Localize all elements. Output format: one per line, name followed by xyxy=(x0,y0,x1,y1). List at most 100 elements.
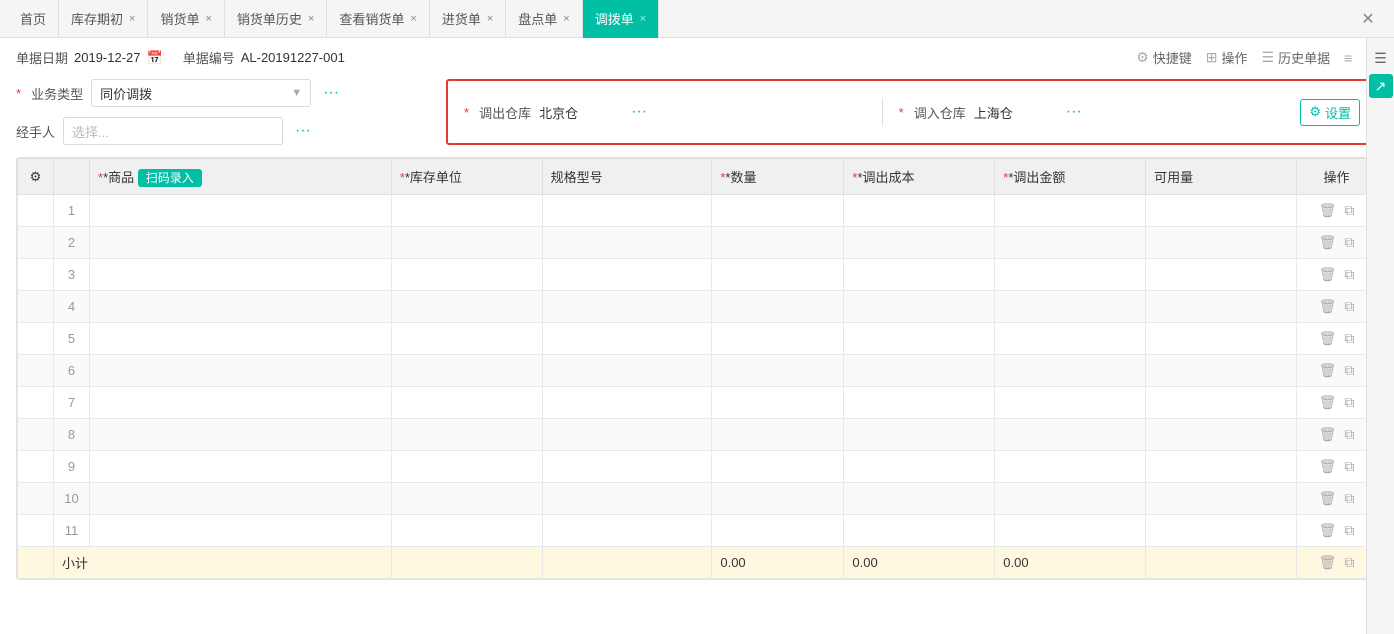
row-cost-cell[interactable] xyxy=(844,323,995,355)
row-spec-cell[interactable] xyxy=(542,515,712,547)
delete-icon[interactable]: 🗑 xyxy=(1319,202,1337,219)
row-qty-cell[interactable] xyxy=(712,355,844,387)
row-product-cell[interactable] xyxy=(90,227,392,259)
row-qty-cell[interactable] xyxy=(712,419,844,451)
row-amount-cell[interactable] xyxy=(995,387,1146,419)
tab-inventory-init[interactable]: 库存期初 × xyxy=(59,0,148,38)
row-spec-cell[interactable] xyxy=(542,451,712,483)
row-spec-cell[interactable] xyxy=(542,355,712,387)
table-header-gear[interactable]: ⚙ xyxy=(18,159,54,195)
row-qty-cell[interactable] xyxy=(712,387,844,419)
row-unit-cell[interactable] xyxy=(391,323,542,355)
copy-icon[interactable]: ⧉ xyxy=(1344,266,1354,283)
row-spec-cell[interactable] xyxy=(542,291,712,323)
row-unit-cell[interactable] xyxy=(391,259,542,291)
sidebar-doc-icon[interactable]: ☰ xyxy=(1369,46,1393,70)
row-unit-cell[interactable] xyxy=(391,387,542,419)
row-qty-cell[interactable] xyxy=(712,195,844,227)
row-cost-cell[interactable] xyxy=(844,451,995,483)
row-product-cell[interactable] xyxy=(90,259,392,291)
row-amount-cell[interactable] xyxy=(995,195,1146,227)
row-product-cell[interactable] xyxy=(90,291,392,323)
row-product-cell[interactable] xyxy=(90,355,392,387)
row-cost-cell[interactable] xyxy=(844,387,995,419)
row-unit-cell[interactable] xyxy=(391,291,542,323)
copy-icon[interactable]: ⧉ xyxy=(1344,490,1354,507)
row-amount-cell[interactable] xyxy=(995,227,1146,259)
row-product-cell[interactable] xyxy=(90,483,392,515)
row-amount-cell[interactable] xyxy=(995,515,1146,547)
row-amount-cell[interactable] xyxy=(995,451,1146,483)
close-icon[interactable]: × xyxy=(205,13,211,25)
row-qty-cell[interactable] xyxy=(712,515,844,547)
row-unit-cell[interactable] xyxy=(391,227,542,259)
sidebar-expand-icon[interactable]: ↗ xyxy=(1369,74,1393,98)
row-product-cell[interactable] xyxy=(90,419,392,451)
scan-input-button[interactable]: 扫码录入 xyxy=(138,169,202,187)
row-spec-cell[interactable] xyxy=(542,323,712,355)
delete-icon[interactable]: 🗑 xyxy=(1319,394,1337,411)
close-icon[interactable]: × xyxy=(563,13,569,25)
tab-sales-history[interactable]: 销货单历史 × xyxy=(225,0,327,38)
copy-icon[interactable]: ⧉ xyxy=(1344,522,1354,539)
biz-type-more-btn[interactable]: ··· xyxy=(319,84,343,102)
tab-transfer[interactable]: 调拨单 × xyxy=(583,0,659,38)
tab-purchase[interactable]: 进货单 × xyxy=(430,0,506,38)
row-qty-cell[interactable] xyxy=(712,227,844,259)
row-cost-cell[interactable] xyxy=(844,419,995,451)
delete-icon[interactable]: 🗑 xyxy=(1319,490,1337,507)
out-warehouse-value[interactable]: 北京仓 xyxy=(539,103,619,122)
in-warehouse-value[interactable]: 上海仓 xyxy=(974,103,1054,122)
delete-icon[interactable]: 🗑 xyxy=(1319,266,1337,283)
delete-icon[interactable]: 🗑 xyxy=(1319,298,1337,315)
copy-icon[interactable]: ⧉ xyxy=(1344,298,1354,315)
row-qty-cell[interactable] xyxy=(712,291,844,323)
copy-icon[interactable]: ⧉ xyxy=(1344,458,1354,475)
row-unit-cell[interactable] xyxy=(391,355,542,387)
handler-select[interactable]: 选择... xyxy=(63,117,283,145)
tab-home[interactable]: 首页 xyxy=(8,0,59,38)
close-icon[interactable]: × xyxy=(308,13,314,25)
close-icon[interactable]: × xyxy=(640,13,646,25)
row-product-cell[interactable] xyxy=(90,387,392,419)
close-icon[interactable]: × xyxy=(487,13,493,25)
row-cost-cell[interactable] xyxy=(844,515,995,547)
history-docs-button[interactable]: ☰ 历史单据 xyxy=(1262,48,1331,67)
row-amount-cell[interactable] xyxy=(995,355,1146,387)
copy-icon[interactable]: ⧉ xyxy=(1344,234,1354,251)
row-amount-cell[interactable] xyxy=(995,291,1146,323)
row-cost-cell[interactable] xyxy=(844,195,995,227)
row-unit-cell[interactable] xyxy=(391,419,542,451)
row-amount-cell[interactable] xyxy=(995,419,1146,451)
row-product-cell[interactable] xyxy=(90,451,392,483)
row-cost-cell[interactable] xyxy=(844,259,995,291)
row-unit-cell[interactable] xyxy=(391,515,542,547)
row-spec-cell[interactable] xyxy=(542,195,712,227)
row-product-cell[interactable] xyxy=(90,195,392,227)
row-spec-cell[interactable] xyxy=(542,387,712,419)
delete-icon[interactable]: 🗑 xyxy=(1319,522,1337,539)
out-warehouse-more-btn[interactable]: ··· xyxy=(627,103,651,121)
delete-icon[interactable]: 🗑 xyxy=(1319,426,1337,443)
row-spec-cell[interactable] xyxy=(542,227,712,259)
close-icon[interactable]: × xyxy=(129,13,135,25)
copy-icon[interactable]: ⧉ xyxy=(1344,362,1354,379)
close-icon[interactable]: × xyxy=(410,13,416,25)
row-product-cell[interactable] xyxy=(90,323,392,355)
in-warehouse-more-btn[interactable]: ··· xyxy=(1062,103,1086,121)
row-spec-cell[interactable] xyxy=(542,483,712,515)
row-qty-cell[interactable] xyxy=(712,323,844,355)
shortcut-key-button[interactable]: ⚙ 快捷键 xyxy=(1136,48,1192,67)
tab-sales-order[interactable]: 销货单 × xyxy=(148,0,224,38)
row-qty-cell[interactable] xyxy=(712,451,844,483)
copy-icon[interactable]: ⧉ xyxy=(1344,394,1354,411)
tab-view-sales[interactable]: 查看销货单 × xyxy=(327,0,429,38)
row-cost-cell[interactable] xyxy=(844,291,995,323)
delete-icon[interactable]: 🗑 xyxy=(1319,362,1337,379)
copy-icon[interactable]: ⧉ xyxy=(1344,426,1354,443)
row-unit-cell[interactable] xyxy=(391,483,542,515)
biz-type-select[interactable]: 同价调拨 ▼ xyxy=(91,79,311,107)
handler-more-btn[interactable]: ··· xyxy=(291,122,315,140)
delete-icon[interactable]: 🗑 xyxy=(1319,458,1337,475)
row-spec-cell[interactable] xyxy=(542,259,712,291)
